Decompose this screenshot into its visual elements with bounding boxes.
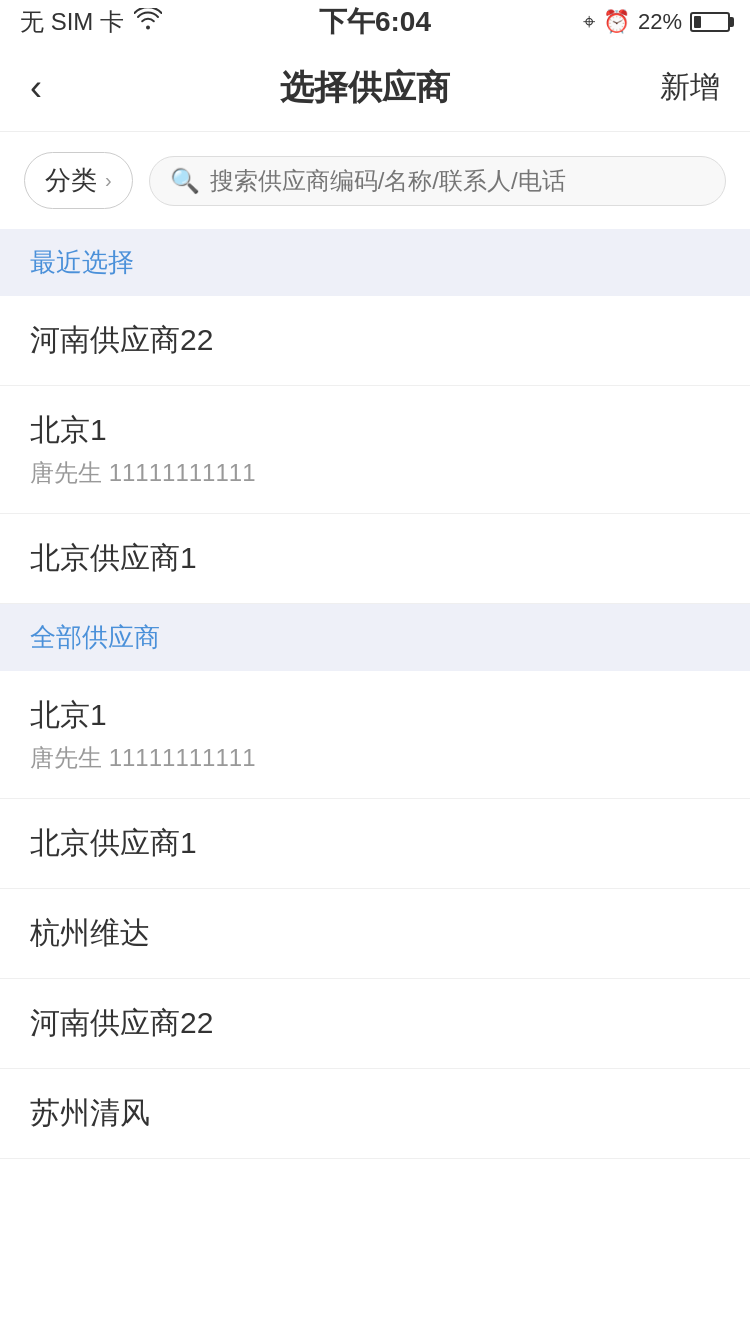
list-item[interactable]: 北京供应商1 [0,514,750,604]
alarm-icon: ⏰ [603,9,630,35]
list-item[interactable]: 河南供应商22 [0,979,750,1069]
nav-bar: ‹ 选择供应商 新增 [0,44,750,132]
time-display: 下午6:04 [319,3,431,41]
item-name: 北京供应商1 [30,823,720,864]
item-sub: 唐先生 11111111111 [30,742,720,774]
item-name: 苏州清风 [30,1093,720,1134]
recent-items-list: 河南供应商22 北京1 唐先生 11111111111 北京供应商1 [0,296,750,604]
category-button[interactable]: 分类 › [24,152,133,209]
carrier-text: 无 SIM 卡 [20,6,124,38]
item-name: 北京1 [30,410,720,451]
back-button[interactable]: ‹ [30,67,90,109]
battery-icon [690,12,730,32]
list-item[interactable]: 河南供应商22 [0,296,750,386]
list-item[interactable]: 北京1 唐先生 11111111111 [0,386,750,514]
search-box: 🔍 [149,156,726,206]
item-name: 河南供应商22 [30,320,720,361]
list-item[interactable]: 杭州维达 [0,889,750,979]
page-title: 选择供应商 [280,65,450,111]
chevron-right-icon: › [105,169,112,192]
list-item[interactable]: 北京供应商1 [0,799,750,889]
add-button[interactable]: 新增 [640,67,720,108]
all-section-label: 全部供应商 [30,622,160,652]
battery-percent: 22% [638,9,682,35]
item-sub: 唐先生 11111111111 [30,457,720,489]
item-name: 北京供应商1 [30,538,720,579]
item-name: 北京1 [30,695,720,736]
filter-bar: 分类 › 🔍 [0,132,750,229]
all-items-list: 北京1 唐先生 11111111111 北京供应商1 杭州维达 河南供应商22 … [0,671,750,1159]
list-item[interactable]: 苏州清风 [0,1069,750,1159]
status-right: ⌖ ⏰ 22% [583,9,730,35]
status-left: 无 SIM 卡 [20,6,162,38]
status-bar: 无 SIM 卡 下午6:04 ⌖ ⏰ 22% [0,0,750,44]
item-name: 杭州维达 [30,913,720,954]
wifi-icon [134,8,162,36]
recent-section-label: 最近选择 [30,247,134,277]
search-input[interactable] [210,167,705,195]
item-name: 河南供应商22 [30,1003,720,1044]
category-label: 分类 [45,163,97,198]
all-section-header: 全部供应商 [0,604,750,671]
list-item[interactable]: 北京1 唐先生 11111111111 [0,671,750,799]
location-icon: ⌖ [583,9,595,35]
search-icon: 🔍 [170,167,200,195]
recent-section-header: 最近选择 [0,229,750,296]
